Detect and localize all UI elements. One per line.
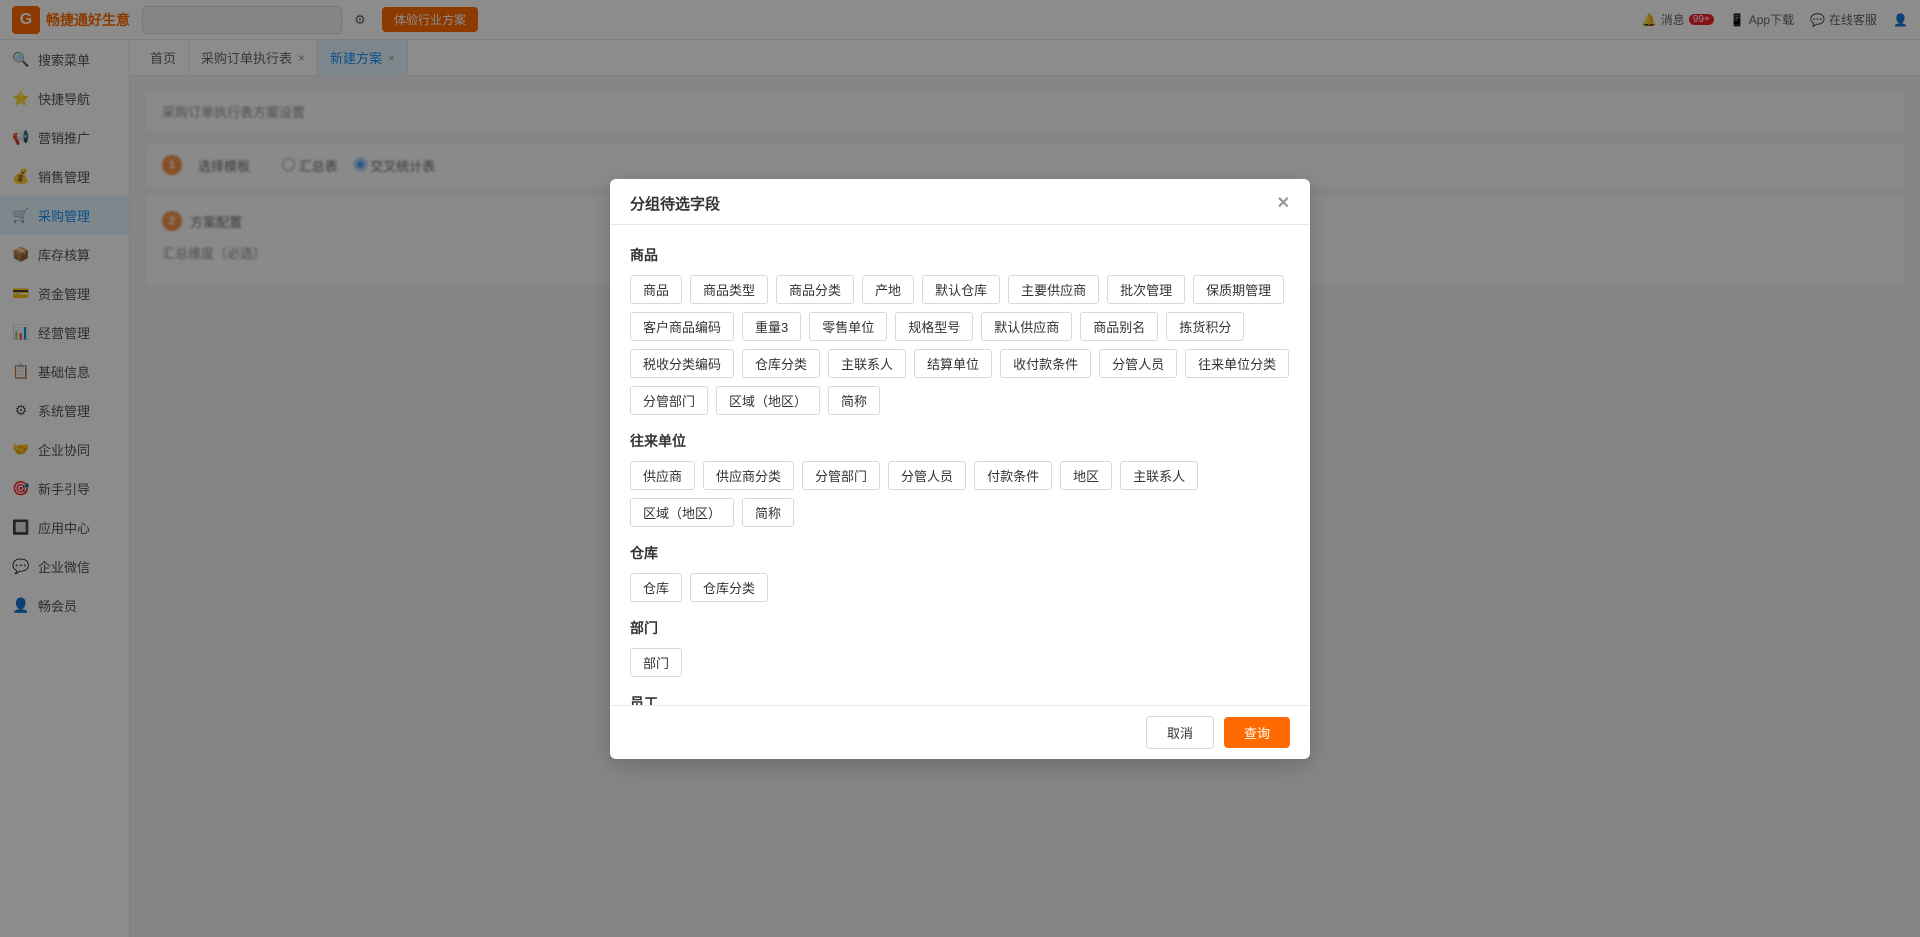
- field-tag-1-1[interactable]: 供应商分类: [703, 461, 794, 490]
- section-title-0: 商品: [630, 245, 1290, 265]
- field-tag-0-18[interactable]: 结算单位: [914, 349, 992, 378]
- field-tag-0-20[interactable]: 分管人员: [1099, 349, 1177, 378]
- confirm-button[interactable]: 查询: [1224, 717, 1290, 748]
- field-tag-2-1[interactable]: 仓库分类: [690, 573, 768, 602]
- field-tag-0-7[interactable]: 保质期管理: [1193, 275, 1284, 304]
- field-tag-0-17[interactable]: 主联系人: [828, 349, 906, 378]
- field-tag-0-14[interactable]: 拣货积分: [1166, 312, 1244, 341]
- field-tag-1-4[interactable]: 付款条件: [974, 461, 1052, 490]
- field-tag-1-5[interactable]: 地区: [1060, 461, 1112, 490]
- section-title-3: 部门: [630, 618, 1290, 638]
- modal-footer: 取消 查询: [610, 705, 1310, 759]
- field-tag-0-10[interactable]: 零售单位: [809, 312, 887, 341]
- field-tag-0-16[interactable]: 仓库分类: [742, 349, 820, 378]
- field-tag-0-19[interactable]: 收付款条件: [1000, 349, 1091, 378]
- field-tag-1-0[interactable]: 供应商: [630, 461, 695, 490]
- field-tag-0-8[interactable]: 客户商品编码: [630, 312, 734, 341]
- field-tag-0-6[interactable]: 批次管理: [1107, 275, 1185, 304]
- modal-body: 商品商品商品类型商品分类产地默认仓库主要供应商批次管理保质期管理客户商品编码重量…: [610, 225, 1310, 705]
- field-grid-0: 商品商品类型商品分类产地默认仓库主要供应商批次管理保质期管理客户商品编码重量3 零…: [630, 275, 1290, 415]
- field-tag-1-3[interactable]: 分管人员: [888, 461, 966, 490]
- modal-close-icon[interactable]: ✕: [1277, 193, 1290, 213]
- field-grid-3: 部门: [630, 648, 1290, 677]
- field-tag-0-15[interactable]: 税收分类编码: [630, 349, 734, 378]
- section-title-1: 往来单位: [630, 431, 1290, 451]
- field-tag-1-7[interactable]: 区域（地区）: [630, 498, 734, 527]
- field-tag-0-4[interactable]: 默认仓库: [922, 275, 1000, 304]
- field-tag-3-0[interactable]: 部门: [630, 648, 682, 677]
- field-tag-0-24[interactable]: 简称: [828, 386, 880, 415]
- field-tag-0-12[interactable]: 默认供应商: [981, 312, 1072, 341]
- field-tag-0-13[interactable]: 商品别名: [1080, 312, 1158, 341]
- field-tag-0-3[interactable]: 产地: [862, 275, 914, 304]
- field-tag-1-6[interactable]: 主联系人: [1120, 461, 1198, 490]
- field-tag-0-2[interactable]: 商品分类: [776, 275, 854, 304]
- field-tag-1-8[interactable]: 简称: [742, 498, 794, 527]
- field-tag-0-21[interactable]: 往来单位分类: [1185, 349, 1289, 378]
- field-tag-0-5[interactable]: 主要供应商: [1008, 275, 1099, 304]
- section-title-2: 仓库: [630, 543, 1290, 563]
- field-tag-0-9[interactable]: 重量3: [742, 312, 801, 341]
- modal-header: 分组待选字段 ✕: [610, 179, 1310, 225]
- field-grid-1: 供应商供应商分类分管部门分管人员付款条件地区主联系人区域（地区） 简称: [630, 461, 1290, 527]
- field-tag-0-11[interactable]: 规格型号: [895, 312, 973, 341]
- field-tag-0-22[interactable]: 分管部门: [630, 386, 708, 415]
- section-title-4: 员工: [630, 693, 1290, 705]
- modal-dialog: 分组待选字段 ✕ 商品商品商品类型商品分类产地默认仓库主要供应商批次管理保质期管…: [610, 179, 1310, 759]
- field-tag-2-0[interactable]: 仓库: [630, 573, 682, 602]
- cancel-button[interactable]: 取消: [1146, 716, 1214, 749]
- modal-title: 分组待选字段: [630, 193, 720, 214]
- field-tag-0-1[interactable]: 商品类型: [690, 275, 768, 304]
- field-grid-2: 仓库仓库分类: [630, 573, 1290, 602]
- field-tag-1-2[interactable]: 分管部门: [802, 461, 880, 490]
- modal-overlay: 分组待选字段 ✕ 商品商品商品类型商品分类产地默认仓库主要供应商批次管理保质期管…: [0, 0, 1920, 937]
- field-tag-0-0[interactable]: 商品: [630, 275, 682, 304]
- field-tag-0-23[interactable]: 区域（地区）: [716, 386, 820, 415]
